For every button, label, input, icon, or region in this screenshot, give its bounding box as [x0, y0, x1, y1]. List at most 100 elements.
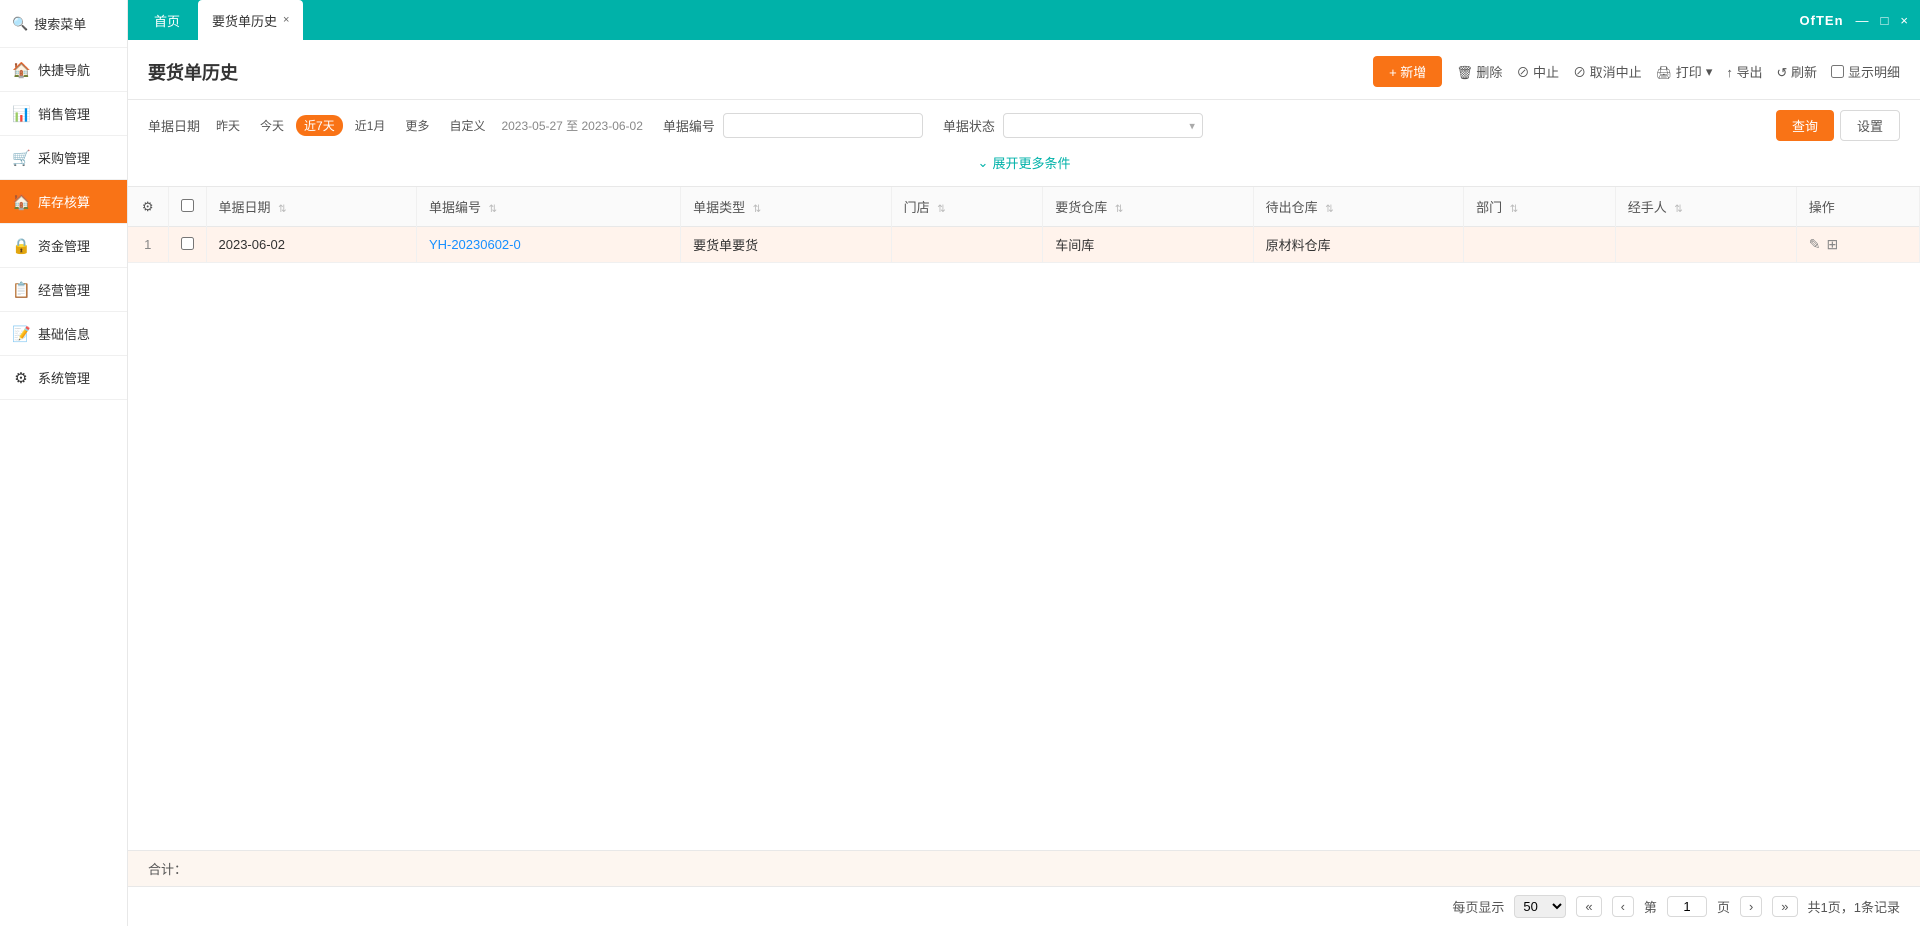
sidebar-item-label: 基础信息	[38, 324, 90, 343]
sort-icon-dept: ⇅	[1510, 204, 1518, 215]
sidebar-search[interactable]: 🔍 搜索菜单	[0, 0, 127, 48]
sort-icon-handler: ⇅	[1674, 204, 1682, 215]
date-btn-7days[interactable]: 近7天	[296, 115, 343, 136]
last-page-button[interactable]: »	[1772, 896, 1797, 917]
query-button[interactable]: 查询	[1776, 110, 1834, 141]
tab-home[interactable]: 首页	[140, 0, 194, 40]
print-button[interactable]: 🖨 打印 ▾	[1656, 62, 1713, 81]
stop-button[interactable]: ⊘ 中止	[1516, 62, 1559, 81]
sidebar-item-label: 系统管理	[38, 368, 90, 387]
export-label: ↑ 导出	[1726, 62, 1762, 81]
sidebar-item-label: 销售管理	[38, 104, 90, 123]
docno-filter-input[interactable]	[723, 113, 923, 138]
finance-icon: 🔒	[12, 237, 30, 255]
print-dropdown-icon[interactable]: ▾	[1706, 64, 1713, 80]
th-doc-no[interactable]: 单据编号 ⇅	[416, 187, 680, 227]
sidebar-item-quick-nav[interactable]: 🏠 快捷导航	[0, 48, 127, 92]
export-button[interactable]: ↑ 导出	[1726, 62, 1762, 81]
basics-icon: 📝	[12, 325, 30, 343]
per-page-label: 每页显示	[1452, 897, 1504, 916]
th-pending-warehouse[interactable]: 待出仓库 ⇅	[1253, 187, 1463, 227]
sidebar: 🔍 搜索菜单 🏠 快捷导航 📊 销售管理 🛒 采购管理 🏠 库存核算 🔒 资金管…	[0, 0, 128, 926]
sidebar-item-finance[interactable]: 🔒 资金管理	[0, 224, 127, 268]
delete-button[interactable]: 🗑 删除	[1456, 62, 1502, 81]
sidebar-item-system[interactable]: ⚙ 系统管理	[0, 356, 127, 400]
filter-expand-row: ⌄ 展开更多条件	[148, 149, 1900, 176]
tab-requisition-history[interactable]: 要货单历史 ×	[198, 0, 303, 40]
table-footer: 合计：	[128, 850, 1920, 886]
status-filter-select[interactable]	[1003, 113, 1203, 138]
date-btn-custom[interactable]: 自定义	[441, 115, 493, 136]
sidebar-item-basics[interactable]: 📝 基础信息	[0, 312, 127, 356]
topbar-right: OfTEn — □ ×	[1800, 13, 1908, 28]
prev-page-button[interactable]: ‹	[1612, 896, 1634, 917]
refresh-button[interactable]: ↺ 刷新	[1776, 62, 1817, 81]
first-page-button[interactable]: «	[1576, 896, 1601, 917]
th-store[interactable]: 门店 ⇅	[891, 187, 1043, 227]
per-page-select[interactable]: 50 20 100	[1514, 895, 1566, 918]
page-number-input[interactable]	[1667, 896, 1707, 917]
page-suffix: 页	[1717, 897, 1730, 916]
sidebar-item-label: 经营管理	[38, 280, 90, 299]
docno-filter-label: 单据编号	[663, 116, 715, 135]
row-edit-icon[interactable]: ✎	[1809, 236, 1821, 253]
doc-no-link[interactable]: YH-20230602-0	[429, 237, 521, 252]
select-all-checkbox[interactable]	[181, 199, 194, 212]
sort-icon-doc-type: ⇅	[753, 204, 761, 215]
window-minimize-icon[interactable]: —	[1856, 13, 1869, 28]
date-btn-yesterday[interactable]: 昨天	[208, 115, 248, 136]
window-close-icon[interactable]: ×	[1900, 13, 1908, 28]
sales-icon: 📊	[12, 105, 30, 123]
table-container: ⚙ 单据日期 ⇅ 单据编号 ⇅ 单据类型	[128, 187, 1920, 850]
sidebar-item-sales[interactable]: 📊 销售管理	[0, 92, 127, 136]
date-btn-1month[interactable]: 近1月	[347, 115, 394, 136]
stop-label: ⊘ 中止	[1516, 62, 1559, 81]
docno-filter-group: 单据编号	[663, 113, 923, 138]
row-checkbox[interactable]	[181, 237, 194, 250]
th-doc-type-label: 单据类型	[693, 200, 745, 215]
cell-req-warehouse: 车间库	[1043, 227, 1253, 263]
cell-handler	[1615, 227, 1796, 263]
th-doc-type[interactable]: 单据类型 ⇅	[681, 187, 891, 227]
status-filter-label: 单据状态	[943, 116, 995, 135]
add-button[interactable]: + 新增	[1373, 56, 1442, 87]
row-action-icons: ✎ ⊞	[1809, 236, 1907, 253]
display-detail-checkbox[interactable]: 显示明细	[1831, 62, 1900, 81]
tab-home-label: 首页	[154, 11, 180, 30]
settings-button[interactable]: 设置	[1840, 110, 1900, 141]
expand-more-button[interactable]: ⌄ 展开更多条件	[978, 149, 1071, 176]
filter-area: 单据日期 昨天 今天 近7天 近1月 更多 自定义 2023-05-27 至 2…	[128, 100, 1920, 187]
tab-requisition-label: 要货单历史	[212, 11, 277, 30]
th-dept-label: 部门	[1476, 200, 1502, 215]
window-maximize-icon[interactable]: □	[1881, 13, 1889, 28]
th-store-label: 门店	[904, 200, 930, 215]
row-delete-icon[interactable]: ⊞	[1826, 236, 1838, 253]
content-area: 要货单历史 + 新增 🗑 删除 ⊘ 中止 ⊘ 取消中止 🖨 打印 ▾	[128, 40, 1920, 926]
row-checkbox-cell	[168, 227, 206, 263]
th-doc-date-label: 单据日期	[219, 200, 271, 215]
sidebar-item-inventory[interactable]: 🏠 库存核算	[0, 180, 127, 224]
th-doc-date[interactable]: 单据日期 ⇅	[206, 187, 416, 227]
next-page-button[interactable]: ›	[1740, 896, 1762, 917]
cell-doc-no: YH-20230602-0	[416, 227, 680, 263]
date-btn-today[interactable]: 今天	[252, 115, 292, 136]
cancel-stop-button[interactable]: ⊘ 取消中止	[1573, 62, 1642, 81]
th-settings[interactable]: ⚙	[128, 187, 168, 227]
sort-icon-pending-warehouse: ⇅	[1325, 204, 1333, 215]
sidebar-item-operations[interactable]: 📋 经营管理	[0, 268, 127, 312]
th-req-warehouse[interactable]: 要货仓库 ⇅	[1043, 187, 1253, 227]
search-icon: 🔍	[12, 16, 28, 32]
date-range-text: 2023-05-27 至 2023-06-02	[501, 117, 642, 134]
th-pending-warehouse-label: 待出仓库	[1266, 200, 1318, 215]
total-records-label: 共1页，1条记录	[1808, 897, 1900, 916]
th-dept[interactable]: 部门 ⇅	[1464, 187, 1616, 227]
sidebar-item-label: 库存核算	[38, 192, 90, 211]
sort-icon-store: ⇅	[937, 204, 945, 215]
th-handler[interactable]: 经手人 ⇅	[1615, 187, 1796, 227]
display-detail-input[interactable]	[1831, 65, 1844, 78]
tab-close-icon[interactable]: ×	[283, 14, 289, 26]
filter-row-1: 单据日期 昨天 今天 近7天 近1月 更多 自定义 2023-05-27 至 2…	[148, 110, 1900, 141]
sidebar-item-purchase[interactable]: 🛒 采购管理	[0, 136, 127, 180]
date-btn-more[interactable]: 更多	[397, 115, 437, 136]
table-row: 1 2023-06-02 YH-20230602-0 要货单要货 车间库 原材料…	[128, 227, 1920, 263]
